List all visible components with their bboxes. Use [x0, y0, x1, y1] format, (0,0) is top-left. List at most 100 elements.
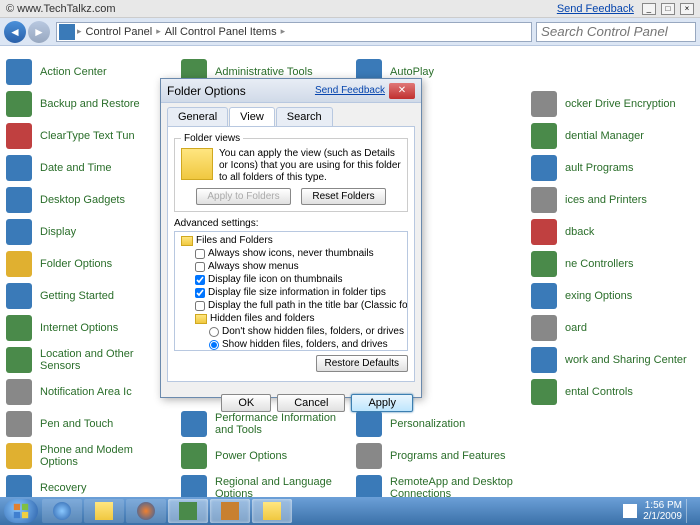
tree-row[interactable]: Display file size information in folder … [177, 286, 405, 299]
cp-item[interactable]: ental Controls [525, 376, 700, 408]
cp-item[interactable]: Date and Time [0, 152, 175, 184]
tree-label: Display file icon on thumbnails [208, 274, 343, 285]
top-feedback-link[interactable]: Send Feedback [557, 3, 634, 15]
cp-item [525, 408, 700, 440]
cp-item-icon [356, 443, 382, 469]
tree-checkbox[interactable] [195, 249, 205, 259]
taskbar-control-panel[interactable] [252, 499, 292, 523]
tree-checkbox[interactable] [195, 262, 205, 272]
ok-button[interactable]: OK [221, 394, 271, 412]
cp-item-icon [531, 315, 557, 341]
cp-item[interactable]: ices and Printers [525, 184, 700, 216]
cp-item[interactable]: Folder Options [0, 248, 175, 280]
cp-item[interactable]: ocker Drive Encryption [525, 88, 700, 120]
tree-radio[interactable] [209, 327, 219, 337]
cp-item-icon [531, 155, 557, 181]
maximize-icon[interactable]: □ [661, 3, 675, 15]
close-icon[interactable]: × [680, 3, 694, 15]
reset-folders-button[interactable]: Reset Folders [301, 188, 385, 205]
system-tray: 1:56 PM 2/1/2009 [617, 499, 700, 523]
taskbar-app2[interactable] [210, 499, 250, 523]
cp-item-label: Getting Started [40, 290, 114, 302]
cp-item[interactable]: dential Manager [525, 120, 700, 152]
dialog-feedback-link[interactable]: Send Feedback [315, 85, 385, 96]
cp-item[interactable]: dback [525, 216, 700, 248]
tree-row[interactable]: Display file icon on thumbnails [177, 273, 405, 286]
tree-checkbox[interactable] [195, 301, 205, 311]
cp-item[interactable]: Internet Options [0, 312, 175, 344]
cp-item[interactable]: Location and Other Sensors [0, 344, 175, 376]
cp-item-icon [531, 379, 557, 405]
cp-item[interactable]: Backup and Restore [0, 88, 175, 120]
cp-item-label: Programs and Features [390, 450, 506, 462]
cp-item[interactable]: Programs and Features [350, 440, 525, 472]
cp-item[interactable]: Desktop Gadgets [0, 184, 175, 216]
tree-row[interactable]: Don't show hidden files, folders, or dri… [177, 325, 405, 338]
cp-item-icon [6, 347, 32, 373]
tree-label: Always show menus [208, 261, 299, 272]
taskbar-explorer[interactable] [84, 499, 124, 523]
cp-item-icon [531, 219, 557, 245]
apply-to-folders-button[interactable]: Apply to Folders [196, 188, 290, 205]
cp-item-icon [6, 443, 32, 469]
tree-row[interactable]: Always show icons, never thumbnails [177, 247, 405, 260]
cp-item-label: Backup and Restore [40, 98, 140, 110]
forward-button[interactable]: ► [28, 21, 50, 43]
cp-item-icon [6, 59, 32, 85]
cp-item-label: dential Manager [565, 130, 644, 142]
show-desktop-button[interactable] [686, 499, 694, 523]
cp-item [525, 440, 700, 472]
tree-checkbox[interactable] [195, 288, 205, 298]
cp-item[interactable]: Getting Started [0, 280, 175, 312]
search-input[interactable] [536, 22, 696, 42]
crumb-all-items[interactable]: All Control Panel Items [161, 26, 281, 38]
tree-row[interactable]: Show hidden files, folders, and drives [177, 338, 405, 351]
crumb-control-panel[interactable]: Control Panel [82, 26, 157, 38]
cp-item[interactable]: Action Center [0, 56, 175, 88]
tree-radio[interactable] [209, 340, 219, 350]
cp-item-label: ices and Printers [565, 194, 647, 206]
tree-row[interactable]: Files and Folders [177, 234, 405, 247]
restore-defaults-button[interactable]: Restore Defaults [316, 355, 408, 372]
cancel-button[interactable]: Cancel [277, 394, 345, 412]
cp-item[interactable]: Power Options [175, 440, 350, 472]
breadcrumb[interactable]: ▸ Control Panel ▸ All Control Panel Item… [56, 22, 532, 42]
folder-views-text: You can apply the view (such as Details … [219, 148, 401, 184]
action-center-icon[interactable] [623, 504, 637, 518]
minimize-icon[interactable]: _ [642, 3, 656, 15]
cp-item[interactable]: oard [525, 312, 700, 344]
clock[interactable]: 1:56 PM 2/1/2009 [643, 500, 682, 522]
apply-button[interactable]: Apply [351, 394, 413, 412]
dialog-titlebar[interactable]: Folder Options Send Feedback ✕ [161, 79, 421, 103]
taskbar-ie[interactable] [42, 499, 82, 523]
tab-view[interactable]: View [229, 107, 275, 126]
tree-row[interactable]: Display the full path in the title bar (… [177, 299, 405, 312]
cp-item[interactable]: Display [0, 216, 175, 248]
tree-checkbox[interactable] [195, 275, 205, 285]
cp-item-icon [6, 187, 32, 213]
advanced-settings-tree[interactable]: Files and FoldersAlways show icons, neve… [174, 231, 408, 351]
cp-item[interactable]: Pen and Touch [0, 408, 175, 440]
cp-item[interactable]: ClearType Text Tun [0, 120, 175, 152]
cp-item[interactable]: ne Controllers [525, 248, 700, 280]
cp-item[interactable]: ault Programs [525, 152, 700, 184]
dialog-close-button[interactable]: ✕ [389, 83, 415, 99]
tab-general[interactable]: General [167, 107, 228, 126]
start-button[interactable] [4, 499, 38, 523]
cp-item[interactable]: exing Options [525, 280, 700, 312]
cp-item-label: AutoPlay [390, 66, 434, 78]
cp-item-label: ault Programs [565, 162, 633, 174]
cp-item-icon [531, 347, 557, 373]
cp-item[interactable]: Notification Area Ic [0, 376, 175, 408]
cp-item[interactable]: Phone and Modem Options [0, 440, 175, 472]
tree-label: Hidden files and folders [210, 313, 315, 324]
tab-search[interactable]: Search [276, 107, 333, 126]
back-button[interactable]: ◄ [4, 21, 26, 43]
dialog-buttons: OK Cancel Apply [161, 388, 421, 418]
tree-row[interactable]: Always show menus [177, 260, 405, 273]
taskbar-app1[interactable] [168, 499, 208, 523]
folder-icon [181, 236, 193, 246]
cp-item[interactable]: work and Sharing Center [525, 344, 700, 376]
tree-row[interactable]: Hidden files and folders [177, 312, 405, 325]
taskbar-media[interactable] [126, 499, 166, 523]
